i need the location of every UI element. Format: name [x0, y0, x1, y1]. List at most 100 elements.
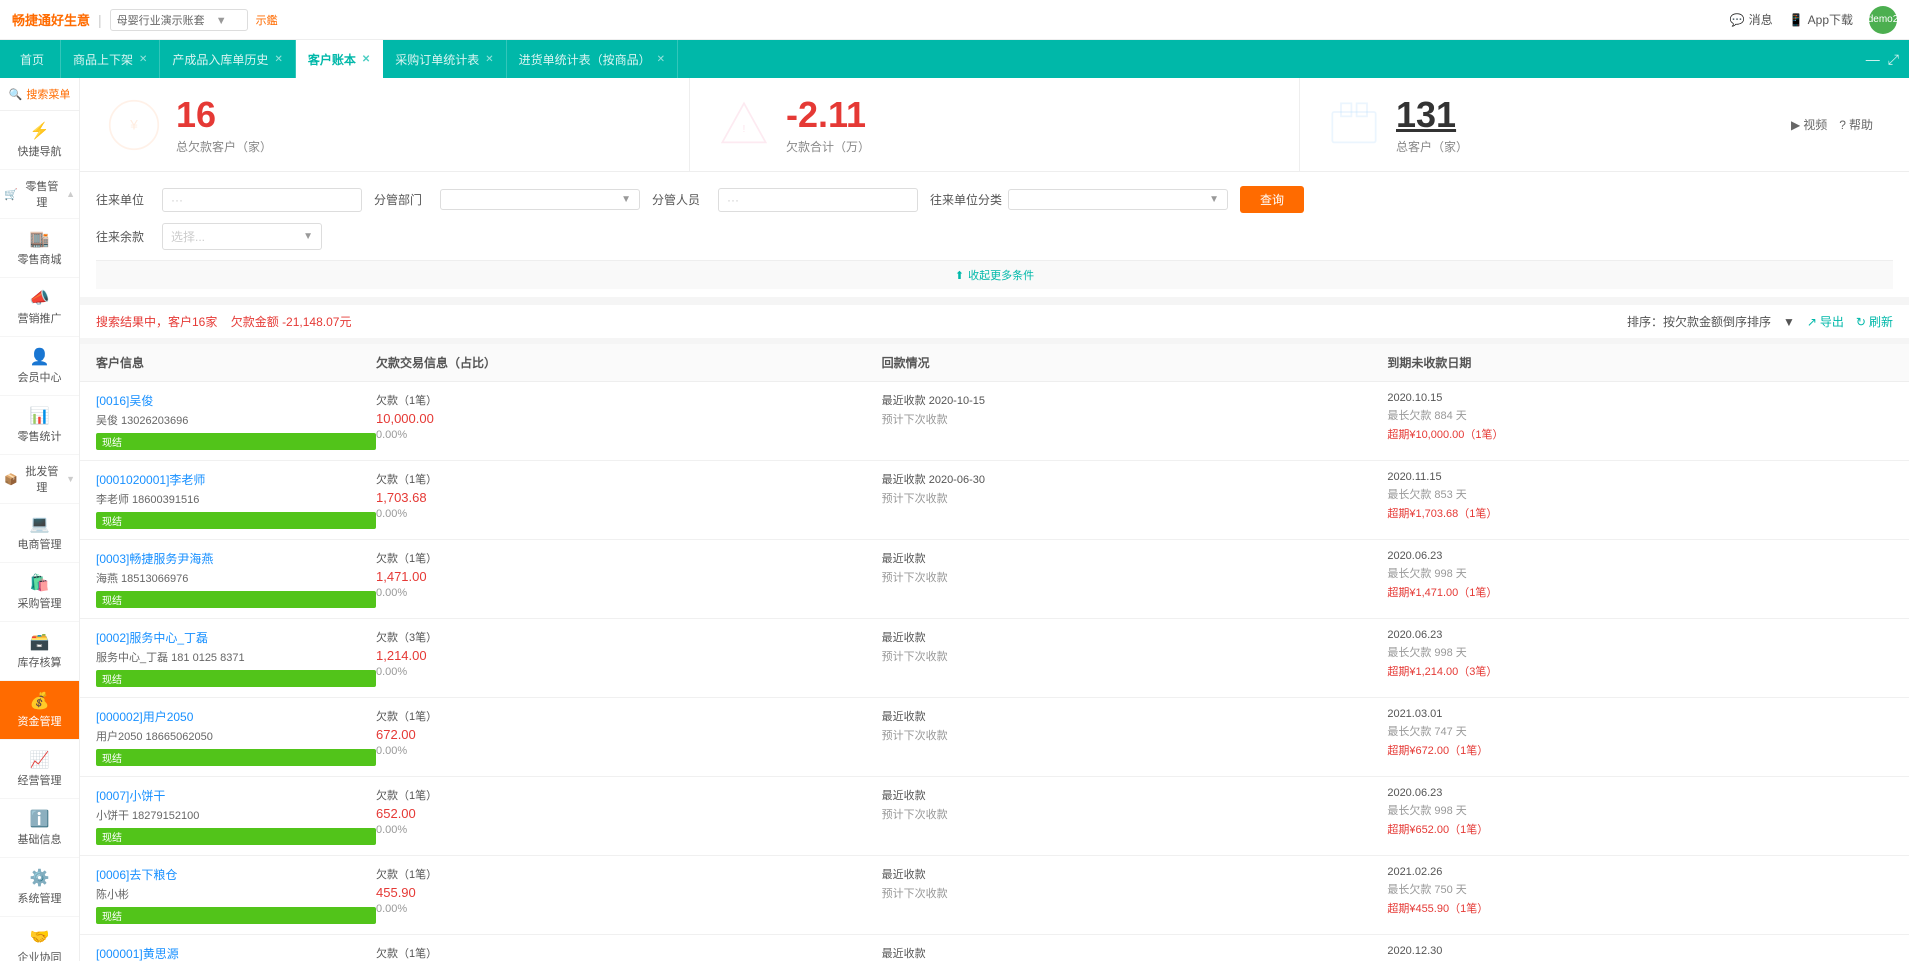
refresh-btn[interactable]: ↻ 刷新	[1856, 313, 1893, 330]
payment-info-2: 最近收款 预计下次收款	[882, 550, 1388, 585]
sidebar-inventory-label: 库存核算	[4, 654, 75, 670]
debt-count-6: 欠款（1笔）	[376, 866, 882, 882]
overdue-link-6[interactable]: 超期¥455.90（1笔）	[1387, 900, 1893, 916]
from-unit-input[interactable]: ···	[162, 188, 362, 212]
customer-info-3: [0002]服务中心_丁磊 服务中心_丁磊 181 0125 8371 现结	[96, 629, 376, 687]
tab-customer-ledger[interactable]: 客户账本 ✕	[296, 40, 383, 78]
sidebar-item-marketing[interactable]: 📣 营销推广	[0, 278, 79, 337]
video-action-btn[interactable]: ▶ 视频	[1791, 116, 1827, 133]
close-icon[interactable]: ✕	[485, 54, 493, 65]
sidebar-item-purchase[interactable]: 🛍️ 采购管理	[0, 563, 79, 622]
customer-name-0[interactable]: [0016]吴俊	[96, 392, 376, 409]
customer-name-6[interactable]: [0006]去下粮仓	[96, 866, 376, 883]
due-date-5: 2020.06.23	[1387, 787, 1893, 799]
tab-warehouse-history[interactable]: 产成品入库单历史 ✕	[160, 40, 295, 78]
company-selector[interactable]: 母婴行业演示账套 ▼	[110, 9, 248, 31]
customer-name-1[interactable]: [0001020001]李老师	[96, 471, 376, 488]
main-content: ¥ 16 总欠款客户（家） ! -2.11 欠款合计（万）	[80, 78, 1909, 961]
debt-info-0: 欠款（1笔） 10,000.00 0.00%	[376, 392, 882, 441]
customer-table: 客户信息 欠款交易信息（占比） 回款情况 到期未收款日期 [0016]吴俊 吴俊…	[80, 344, 1909, 961]
sidebar-item-inventory[interactable]: 🗃️ 库存核算	[0, 622, 79, 681]
close-icon[interactable]: ✕	[362, 54, 370, 65]
last-payment-2: 最近收款	[882, 550, 1388, 566]
tabs-actions: — ⤢	[1866, 51, 1905, 68]
sidebar-item-enterprise-collab[interactable]: 🤝 企业协同	[0, 917, 79, 961]
sidebar-search[interactable]: 🔍 搜索菜单	[0, 78, 79, 111]
stat-debt-amount-info: -2.11 欠款合计（万）	[786, 94, 870, 155]
col-payment: 回款情况	[882, 354, 1388, 371]
tab-home[interactable]: 首页	[4, 40, 61, 78]
tab-purchase-order-stats[interactable]: 采购订单统计表 ✕	[383, 40, 506, 78]
debt-amount-1: 1,703.68	[376, 490, 882, 505]
collapse-btn[interactable]: ⬆ 收起更多条件	[96, 260, 1893, 289]
close-icon[interactable]: ✕	[657, 54, 665, 65]
dept-input[interactable]: ▼	[440, 189, 640, 210]
customer-info-2: [0003]畅捷服务尹海燕 海燕 18513066976 现结	[96, 550, 376, 608]
close-icon[interactable]: ✕	[274, 54, 282, 65]
help-icon: ?	[1839, 118, 1846, 132]
sidebar-item-quick-nav[interactable]: ⚡ 快捷导航	[0, 111, 79, 170]
demo-link[interactable]: 示鑑	[256, 12, 278, 28]
tab-goods-stats[interactable]: 进货单统计表（按商品） ✕	[507, 40, 678, 78]
sidebar-search-label: 搜索菜单	[26, 86, 70, 102]
col-customer-info: 客户信息	[96, 354, 376, 371]
customer-tag-2: 现结	[96, 591, 376, 608]
sidebar-item-system[interactable]: ⚙️ 系统管理	[0, 858, 79, 917]
sidebar-item-finance[interactable]: 💰 资金管理	[0, 681, 79, 740]
last-payment-6: 最近收款	[882, 866, 1388, 882]
export-btn[interactable]: ↗ 导出	[1807, 313, 1844, 330]
close-icon[interactable]: ✕	[139, 54, 147, 65]
customer-name-5[interactable]: [0007]小饼干	[96, 787, 376, 804]
overdue-link-1[interactable]: 超期¥1,703.68（1笔）	[1387, 505, 1893, 521]
customer-tag-4: 现结	[96, 749, 376, 766]
export-label: 导出	[1820, 313, 1844, 330]
minimize-icon[interactable]: —	[1866, 51, 1880, 67]
due-date-3: 2020.06.23	[1387, 629, 1893, 641]
maximize-icon[interactable]: ⤢	[1888, 51, 1899, 68]
overdue-link-0[interactable]: 超期¥10,000.00（1笔）	[1387, 426, 1893, 442]
overdue-link-5[interactable]: 超期¥652.00（1笔）	[1387, 821, 1893, 837]
overdue-info-0: 2020.10.15 最长欠款 884 天 超期¥10,000.00（1笔）	[1387, 392, 1893, 442]
tab-product-status[interactable]: 商品上下架 ✕	[61, 40, 160, 78]
layout: 🔍 搜索菜单 ⚡ 快捷导航 🛒 零售管理 ▲ 🏬 零售商城 📣 营销推广 👤 会…	[0, 78, 1909, 961]
balance-placeholder: 选择...	[171, 228, 205, 245]
overdue-link-4[interactable]: 超期¥672.00（1笔）	[1387, 742, 1893, 758]
user-menu[interactable]: demo2	[1869, 6, 1897, 34]
sidebar-item-operations[interactable]: 📈 经营管理	[0, 740, 79, 799]
due-date-7: 2020.12.30	[1387, 945, 1893, 957]
customer-name-3[interactable]: [0002]服务中心_丁磊	[96, 629, 376, 646]
customer-phone-0: 吴俊 13026203696	[96, 412, 376, 428]
sidebar-item-retail-stats[interactable]: 📊 零售统计	[0, 396, 79, 455]
sidebar-item-retail-store[interactable]: 🏬 零售商城	[0, 219, 79, 278]
overdue-link-3[interactable]: 超期¥1,214.00（3笔）	[1387, 663, 1893, 679]
sidebar-item-wholesale[interactable]: 📦 批发管理 ▼	[0, 455, 79, 504]
customer-name-7[interactable]: [000001]黄思源	[96, 945, 376, 961]
customer-name-4[interactable]: [000002]用户2050	[96, 708, 376, 725]
customer-name-2[interactable]: [0003]畅捷服务尹海燕	[96, 550, 376, 567]
overdue-info-3: 2020.06.23 最长欠款 998 天 超期¥1,214.00（3笔）	[1387, 629, 1893, 679]
sidebar-wholesale-label: 批发管理	[22, 463, 62, 495]
balance-input[interactable]: 选择... ▼	[162, 223, 322, 250]
overdue-link-2[interactable]: 超期¥1,471.00（1笔）	[1387, 584, 1893, 600]
sort-dropdown-icon[interactable]: ▼	[1783, 315, 1795, 329]
sidebar-item-basic-info[interactable]: ℹ️ 基础信息	[0, 799, 79, 858]
overdue-days-1: 最长欠款 853 天	[1387, 486, 1893, 502]
query-button[interactable]: 查询	[1240, 186, 1304, 213]
sidebar-item-member[interactable]: 👤 会员中心	[0, 337, 79, 396]
sidebar-item-ecommerce[interactable]: 💻 电商管理	[0, 504, 79, 563]
divider: |	[98, 12, 102, 28]
unit-category-input[interactable]: ▼	[1008, 189, 1228, 210]
person-input[interactable]: ···	[718, 188, 918, 212]
debt-count-7: 欠款（1笔）	[376, 945, 882, 961]
last-payment-5: 最近收款	[882, 787, 1388, 803]
total-customers-label: 总客户（家）	[1396, 138, 1468, 155]
payment-info-4: 最近收款 预计下次收款	[882, 708, 1388, 743]
sidebar-item-retail-mgmt[interactable]: 🛒 零售管理 ▲	[0, 170, 79, 219]
payment-info-3: 最近收款 预计下次收款	[882, 629, 1388, 664]
help-action-btn[interactable]: ? 帮助	[1839, 116, 1873, 133]
dept-dropdown-icon: ▼	[621, 194, 631, 205]
app-download-btn[interactable]: 📱 App下载	[1789, 11, 1853, 28]
message-btn[interactable]: 💬 消息	[1730, 11, 1773, 28]
next-payment-3: 预计下次收款	[882, 648, 1388, 664]
overdue-days-0: 最长欠款 884 天	[1387, 407, 1893, 423]
